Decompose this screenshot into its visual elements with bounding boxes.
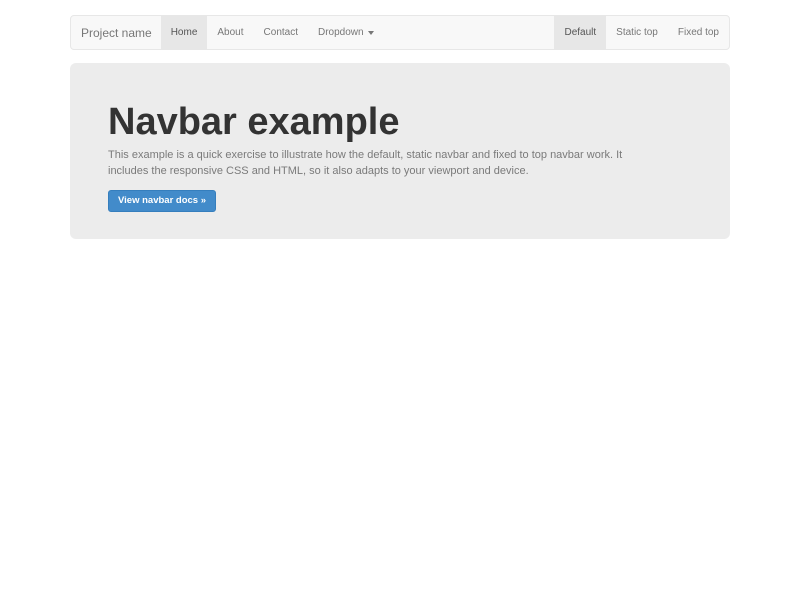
description-line-2: includes the responsive CSS and HTML, so… [108,165,529,177]
nav-item-label: About [217,27,243,38]
navbar: Project name Home About Contact Dropdown… [70,15,730,50]
navbar-left-nav: Home About Contact Dropdown [161,16,384,49]
nav-item-dropdown[interactable]: Dropdown [308,16,384,49]
nav-item-label: Fixed top [678,27,719,38]
caret-down-icon [368,31,374,35]
view-navbar-docs-button[interactable]: View navbar docs » [108,190,216,212]
nav-item-label: Static top [616,27,658,38]
page-container: Project name Home About Contact Dropdown… [70,15,730,239]
description-text: This example is a quick exercise to illu… [108,147,692,179]
nav-item-about[interactable]: About [207,16,253,49]
jumbotron: Navbar example This example is a quick e… [70,63,730,239]
nav-item-label: Home [171,27,198,38]
nav-item-default[interactable]: Default [554,16,606,49]
nav-item-static-top[interactable]: Static top [606,16,668,49]
page-title: Navbar example [108,103,692,141]
navbar-right-nav: Default Static top Fixed top [554,16,729,49]
nav-item-label: Contact [264,27,298,38]
nav-item-label: Default [564,27,596,38]
description-line-1: This example is a quick exercise to illu… [108,149,622,161]
nav-item-contact[interactable]: Contact [254,16,308,49]
nav-item-home[interactable]: Home [161,16,208,49]
navbar-brand[interactable]: Project name [71,16,161,49]
nav-item-fixed-top[interactable]: Fixed top [668,16,729,49]
nav-item-label: Dropdown [318,27,364,38]
